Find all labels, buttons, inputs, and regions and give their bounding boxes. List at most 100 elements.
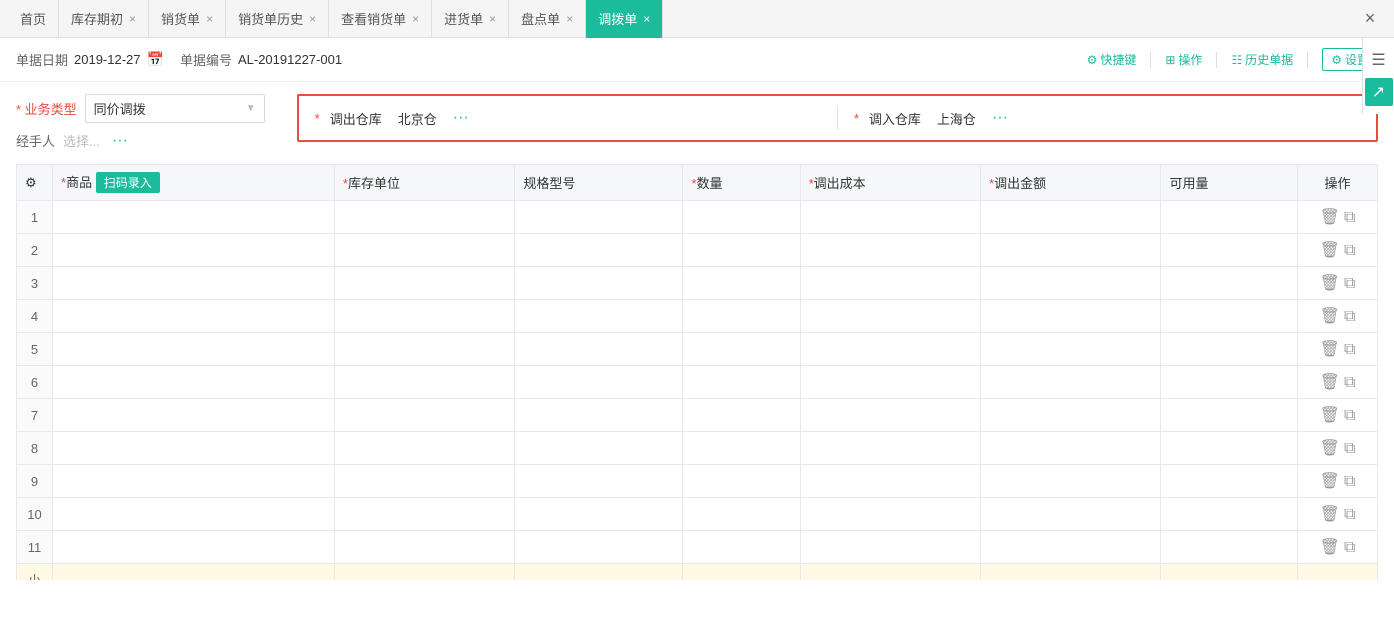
cell-amount[interactable] xyxy=(981,498,1161,531)
close-initial-stock[interactable]: × xyxy=(129,12,136,26)
cell-unit[interactable] xyxy=(334,300,514,333)
cell-cost[interactable] xyxy=(800,531,980,564)
cell-unit[interactable] xyxy=(334,432,514,465)
shortcut-button[interactable]: ⚙ 快捷键 xyxy=(1087,51,1137,68)
cell-cost[interactable] xyxy=(800,201,980,234)
cell-unit[interactable] xyxy=(334,234,514,267)
table-wrapper[interactable]: ⚙ *商品 扫码录入 *库存单位 规格型号 *数量 *调出成本 *调出金额 可用… xyxy=(16,160,1378,580)
copy-row-icon[interactable]: ⧉ xyxy=(1344,308,1355,326)
cell-unit[interactable] xyxy=(334,498,514,531)
delete-row-icon[interactable]: 🗑 xyxy=(1320,240,1340,260)
cell-product[interactable] xyxy=(53,267,335,300)
close-stocktake[interactable]: × xyxy=(566,12,573,26)
close-view-sales[interactable]: × xyxy=(412,12,419,26)
history-button[interactable]: ☷ 历史单据 xyxy=(1231,51,1293,68)
copy-row-icon[interactable]: ⧉ xyxy=(1344,275,1355,293)
cell-amount[interactable] xyxy=(981,465,1161,498)
cell-available[interactable] xyxy=(1161,366,1298,399)
cell-spec[interactable] xyxy=(515,201,683,234)
cell-qty[interactable] xyxy=(683,366,800,399)
copy-row-icon[interactable]: ⧉ xyxy=(1344,473,1355,491)
cell-spec[interactable] xyxy=(515,399,683,432)
cell-product[interactable] xyxy=(53,366,335,399)
delete-row-icon[interactable]: 🗑 xyxy=(1320,438,1340,458)
copy-row-icon[interactable]: ⧉ xyxy=(1344,242,1355,260)
tab-sales-order[interactable]: 销货单 × xyxy=(149,0,226,38)
copy-row-icon[interactable]: ⧉ xyxy=(1344,209,1355,227)
tab-transfer[interactable]: 调拨单 × xyxy=(586,0,663,38)
cell-product[interactable] xyxy=(53,498,335,531)
cell-spec[interactable] xyxy=(515,234,683,267)
copy-row-icon[interactable]: ⧉ xyxy=(1344,506,1355,524)
cell-spec[interactable] xyxy=(515,267,683,300)
cell-product[interactable] xyxy=(53,201,335,234)
cell-unit[interactable] xyxy=(334,333,514,366)
tab-view-sales[interactable]: 查看销货单 × xyxy=(329,0,432,38)
delete-row-icon[interactable]: 🗑 xyxy=(1320,339,1340,359)
cell-qty[interactable] xyxy=(683,201,800,234)
delete-row-icon[interactable]: 🗑 xyxy=(1320,372,1340,392)
cell-spec[interactable] xyxy=(515,333,683,366)
cell-product[interactable] xyxy=(53,399,335,432)
tab-purchase-order[interactable]: 进货单 × xyxy=(432,0,509,38)
col-gear[interactable]: ⚙ xyxy=(17,165,53,201)
cell-spec[interactable] xyxy=(515,498,683,531)
close-transfer[interactable]: × xyxy=(643,12,650,26)
cell-spec[interactable] xyxy=(515,300,683,333)
gear-icon[interactable]: ⚙ xyxy=(25,175,37,190)
copy-row-icon[interactable]: ⧉ xyxy=(1344,341,1355,359)
tab-sales-history[interactable]: 销货单历史 × xyxy=(226,0,329,38)
cell-qty[interactable] xyxy=(683,234,800,267)
cell-qty[interactable] xyxy=(683,333,800,366)
copy-row-icon[interactable]: ⧉ xyxy=(1344,374,1355,392)
cell-unit[interactable] xyxy=(334,267,514,300)
delete-row-icon[interactable]: 🗑 xyxy=(1320,504,1340,524)
handler-placeholder[interactable]: 选择... xyxy=(63,131,100,150)
cell-amount[interactable] xyxy=(981,267,1161,300)
cell-unit[interactable] xyxy=(334,465,514,498)
subtotal-delete-icon[interactable]: 🗑 xyxy=(1308,579,1328,580)
close-sales-order[interactable]: × xyxy=(206,12,213,26)
cell-cost[interactable] xyxy=(800,465,980,498)
cell-available[interactable] xyxy=(1161,432,1298,465)
cell-cost[interactable] xyxy=(800,498,980,531)
delete-row-icon[interactable]: 🗑 xyxy=(1320,306,1340,326)
cell-available[interactable] xyxy=(1161,498,1298,531)
cell-product[interactable] xyxy=(53,333,335,366)
cell-cost[interactable] xyxy=(800,333,980,366)
delete-row-icon[interactable]: 🗑 xyxy=(1320,273,1340,293)
delete-row-icon[interactable]: 🗑 xyxy=(1320,471,1340,491)
cell-qty[interactable] xyxy=(683,498,800,531)
cell-available[interactable] xyxy=(1161,531,1298,564)
cell-cost[interactable] xyxy=(800,366,980,399)
tab-home[interactable]: 首页 xyxy=(8,0,59,38)
out-warehouse-more-icon[interactable]: ··· xyxy=(453,109,469,127)
close-purchase-order[interactable]: × xyxy=(489,12,496,26)
cell-spec[interactable] xyxy=(515,531,683,564)
cell-available[interactable] xyxy=(1161,399,1298,432)
cell-available[interactable] xyxy=(1161,201,1298,234)
cell-product[interactable] xyxy=(53,432,335,465)
cell-available[interactable] xyxy=(1161,465,1298,498)
cell-product[interactable] xyxy=(53,234,335,267)
in-warehouse-more-icon[interactable]: ··· xyxy=(992,109,1008,127)
cell-amount[interactable] xyxy=(981,366,1161,399)
copy-row-icon[interactable]: ⧉ xyxy=(1344,407,1355,425)
cell-qty[interactable] xyxy=(683,465,800,498)
cell-amount[interactable] xyxy=(981,333,1161,366)
tab-initial-stock[interactable]: 库存期初 × xyxy=(59,0,149,38)
cell-available[interactable] xyxy=(1161,267,1298,300)
cell-unit[interactable] xyxy=(334,531,514,564)
sidebar-list-icon[interactable]: ☰ xyxy=(1365,46,1393,74)
cell-spec[interactable] xyxy=(515,465,683,498)
scan-button[interactable]: 扫码录入 xyxy=(96,172,160,193)
tab-stocktake[interactable]: 盘点单 × xyxy=(509,0,586,38)
handler-more-icon[interactable]: ··· xyxy=(112,132,128,150)
cell-amount[interactable] xyxy=(981,234,1161,267)
cell-unit[interactable] xyxy=(334,366,514,399)
cell-spec[interactable] xyxy=(515,366,683,399)
operations-button[interactable]: ⊞ 操作 xyxy=(1165,51,1202,68)
cell-product[interactable] xyxy=(53,300,335,333)
calendar-icon[interactable]: 📅 xyxy=(147,51,164,68)
cell-qty[interactable] xyxy=(683,300,800,333)
